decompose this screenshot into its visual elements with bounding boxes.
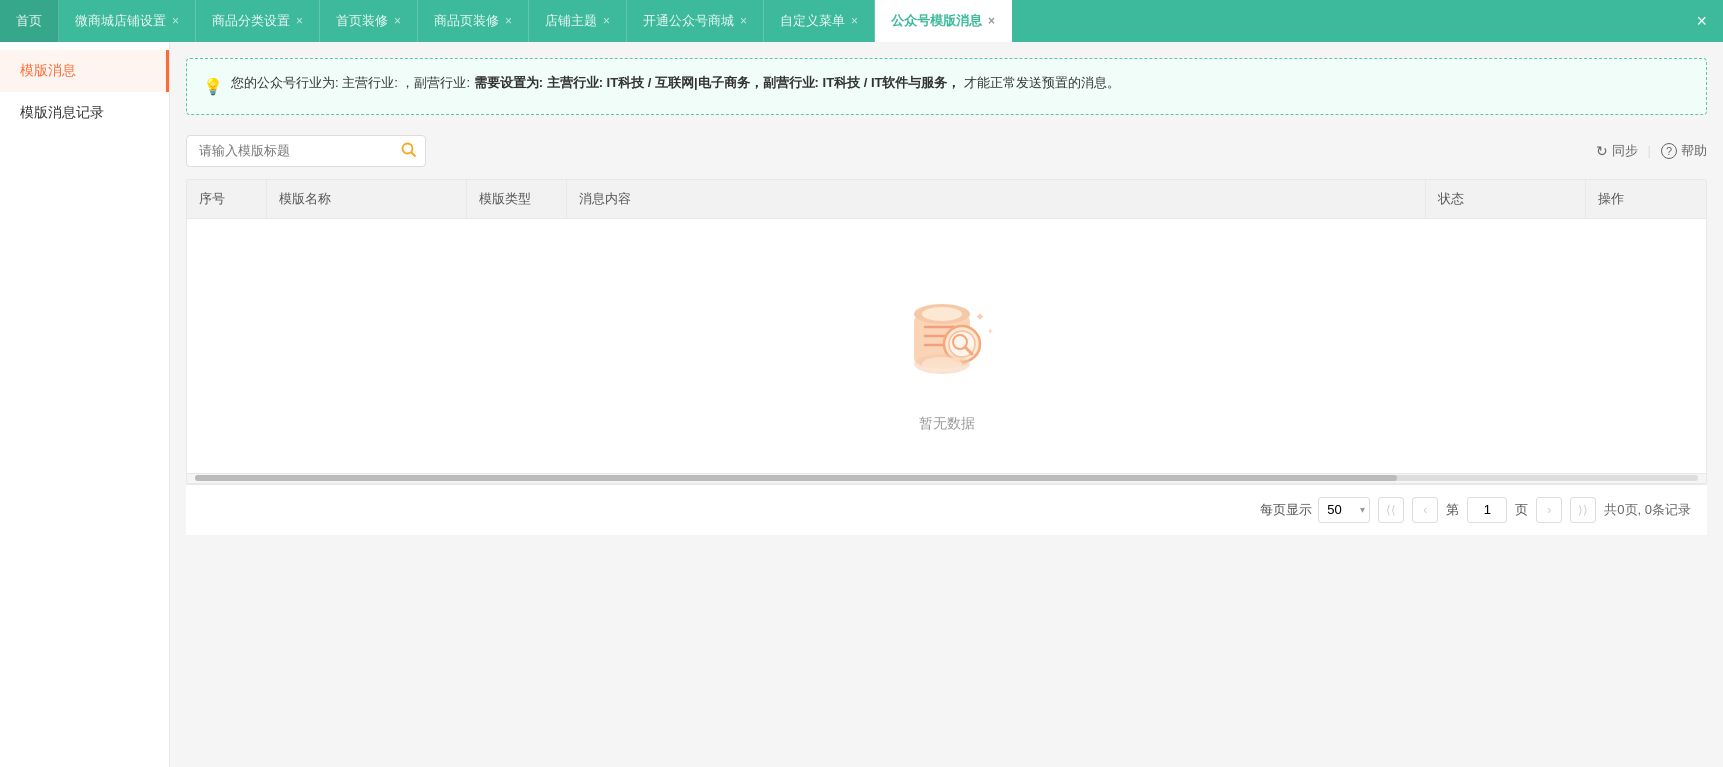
tab-close-menu[interactable]: × <box>851 15 858 27</box>
svg-text:✦: ✦ <box>987 327 994 336</box>
search-input[interactable] <box>186 135 426 167</box>
tab-close-wshop[interactable]: × <box>172 15 179 27</box>
sidebar: 模版消息模版消息记录 <box>0 42 170 767</box>
col-header-seq: 序号 <box>187 180 267 218</box>
notice-text: 您的公众号行业为: 主营行业: ，副营行业: 需要设置为: 主营行业: IT科技… <box>231 73 1120 94</box>
tab-close-template[interactable]: × <box>988 15 995 27</box>
sync-button[interactable]: ↻ 同步 <box>1596 142 1638 160</box>
search-button[interactable] <box>401 142 416 160</box>
tab-home[interactable]: 首页 <box>0 0 59 42</box>
empty-illustration: ✦ ✦ <box>887 279 1007 399</box>
search-right: ↻ 同步 | ? 帮助 <box>1596 142 1707 160</box>
sync-icon: ↻ <box>1596 143 1608 159</box>
tab-theme[interactable]: 店铺主题 × <box>529 0 627 42</box>
notice-suffix: 才能正常发送预置的消息。 <box>964 75 1120 90</box>
tab-bar: 首页微商城店铺设置 ×商品分类设置 ×首页装修 ×商品页装修 ×店铺主题 ×开通… <box>0 0 1723 42</box>
notice-box: 💡 您的公众号行业为: 主营行业: ，副营行业: 需要设置为: 主营行业: IT… <box>186 58 1707 115</box>
search-bar: ↻ 同步 | ? 帮助 <box>186 135 1707 167</box>
page-last-button[interactable]: ⟩⟩ <box>1570 497 1596 523</box>
notice-highlight: 需要设置为: 主营行业: IT科技 / 互联网|电子商务，副营行业: IT科技 … <box>474 75 961 90</box>
page-number-input[interactable] <box>1467 497 1507 523</box>
page-size-wrap: 每页显示 50 10 20 100 ▾ <box>1260 497 1370 523</box>
scrollbar-thumb <box>195 475 1397 481</box>
svg-line-1 <box>412 152 416 156</box>
sidebar-item-template-msg[interactable]: 模版消息 <box>0 50 169 92</box>
tab-wshop[interactable]: 微商城店铺设置 × <box>59 0 196 42</box>
help-button[interactable]: ? 帮助 <box>1661 142 1707 160</box>
col-header-status: 状态 <box>1426 180 1586 218</box>
tab-category[interactable]: 商品分类设置 × <box>196 0 320 42</box>
tab-template[interactable]: 公众号模版消息 × <box>875 0 1012 42</box>
tab-menu[interactable]: 自定义菜单 × <box>764 0 875 42</box>
empty-state: ✦ ✦ 暂无数据 <box>187 219 1706 473</box>
tab-close-category[interactable]: × <box>296 15 303 27</box>
tab-close-product[interactable]: × <box>505 15 512 27</box>
notice-prefix: 您的公众号行业为: 主营行业: ，副营行业: <box>231 75 470 90</box>
global-close-button[interactable]: × <box>1680 11 1723 32</box>
notice-icon: 💡 <box>203 74 223 100</box>
scrollbar-area[interactable] <box>187 473 1706 483</box>
page-unit-label: 页 <box>1515 501 1528 519</box>
page-total: 共0页, 0条记录 <box>1604 501 1691 519</box>
tab-product[interactable]: 商品页装修 × <box>418 0 529 42</box>
col-header-content: 消息内容 <box>567 180 1426 218</box>
col-header-type: 模版类型 <box>467 180 567 218</box>
page-size-select[interactable]: 50 10 20 100 <box>1318 497 1370 523</box>
tab-close-homepage[interactable]: × <box>394 15 401 27</box>
tab-close-mall[interactable]: × <box>740 15 747 27</box>
col-header-action: 操作 <box>1586 180 1706 218</box>
tab-mall[interactable]: 开通公众号商城 × <box>627 0 764 42</box>
divider: | <box>1648 143 1651 158</box>
search-input-wrap <box>186 135 426 167</box>
page-size-select-wrap: 50 10 20 100 ▾ <box>1318 497 1370 523</box>
page-size-label: 每页显示 <box>1260 501 1312 519</box>
sidebar-item-template-record[interactable]: 模版消息记录 <box>0 92 169 134</box>
content-area: 💡 您的公众号行业为: 主营行业: ，副营行业: 需要设置为: 主营行业: IT… <box>170 42 1723 767</box>
svg-point-5 <box>922 307 962 321</box>
page-prev-button[interactable]: ‹ <box>1412 497 1438 523</box>
page-label: 第 <box>1446 501 1459 519</box>
svg-text:✦: ✦ <box>975 310 985 324</box>
help-label: 帮助 <box>1681 142 1707 160</box>
svg-point-16 <box>922 357 962 371</box>
page-next-button[interactable]: › <box>1536 497 1562 523</box>
table-header: 序号 模版名称 模版类型 消息内容 状态 操作 <box>187 180 1706 219</box>
scrollbar-track <box>195 475 1698 481</box>
pagination-bar: 每页显示 50 10 20 100 ▾ ⟨⟨ ‹ 第 页 › ⟩⟩ 共0页, 0… <box>186 484 1707 535</box>
main-layout: 模版消息模版消息记录 💡 您的公众号行业为: 主营行业: ，副营行业: 需要设置… <box>0 42 1723 767</box>
empty-text: 暂无数据 <box>919 415 975 433</box>
tab-close-theme[interactable]: × <box>603 15 610 27</box>
col-header-name: 模版名称 <box>267 180 467 218</box>
help-icon: ? <box>1661 143 1677 159</box>
page-first-button[interactable]: ⟨⟨ <box>1378 497 1404 523</box>
tab-homepage[interactable]: 首页装修 × <box>320 0 418 42</box>
sync-label: 同步 <box>1612 142 1638 160</box>
search-left <box>186 135 426 167</box>
table: 序号 模版名称 模版类型 消息内容 状态 操作 <box>186 179 1707 484</box>
